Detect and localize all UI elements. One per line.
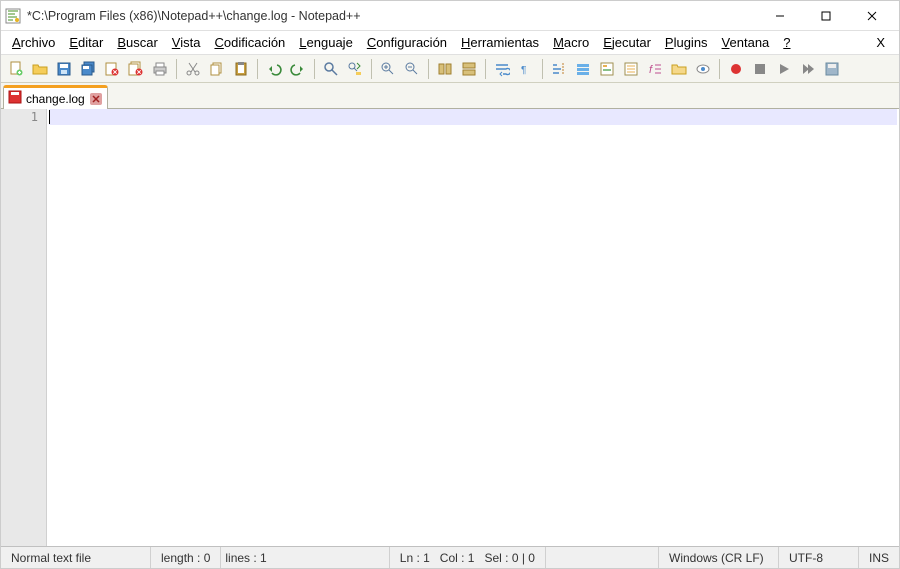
editor-area: 1 bbox=[1, 109, 899, 546]
all-chars-icon[interactable]: ¶ bbox=[515, 58, 537, 80]
file-dirty-icon bbox=[8, 90, 22, 107]
toolbar-separator bbox=[485, 59, 486, 79]
statusbar: Normal text file length : 0 lines : 1 Ln… bbox=[1, 546, 899, 568]
menu-editar[interactable]: Editar bbox=[62, 33, 110, 52]
line-number: 1 bbox=[1, 109, 38, 125]
app-icon bbox=[5, 8, 21, 24]
toolbar-separator bbox=[719, 59, 720, 79]
menu-lenguaje[interactable]: Lenguaje bbox=[292, 33, 360, 52]
zoom-out-icon[interactable] bbox=[401, 58, 423, 80]
user-lang-icon[interactable] bbox=[572, 58, 594, 80]
titlebar: *C:\Program Files (x86)\Notepad++\change… bbox=[1, 1, 899, 31]
new-file-icon[interactable] bbox=[5, 58, 27, 80]
record-macro-icon[interactable] bbox=[725, 58, 747, 80]
svg-text:f: f bbox=[649, 64, 653, 76]
tab-label: change.log bbox=[26, 92, 85, 106]
status-eol[interactable]: Windows (CR LF) bbox=[659, 547, 779, 568]
close-file-icon[interactable] bbox=[101, 58, 123, 80]
menu-x-button[interactable]: X bbox=[866, 33, 895, 52]
indent-guide-icon[interactable] bbox=[548, 58, 570, 80]
text-editor[interactable] bbox=[47, 109, 899, 546]
cut-icon[interactable] bbox=[182, 58, 204, 80]
copy-icon[interactable] bbox=[206, 58, 228, 80]
menu-vista[interactable]: Vista bbox=[165, 33, 208, 52]
toolbar-separator bbox=[428, 59, 429, 79]
status-ins[interactable]: INS bbox=[859, 547, 899, 568]
menu-ventana[interactable]: Ventana bbox=[715, 33, 777, 52]
monitoring-icon[interactable] bbox=[692, 58, 714, 80]
redo-icon[interactable] bbox=[287, 58, 309, 80]
menu-ayuda[interactable]: ? bbox=[776, 33, 797, 52]
status-encoding[interactable]: UTF-8 bbox=[779, 547, 859, 568]
print-icon[interactable] bbox=[149, 58, 171, 80]
doc-list-icon[interactable] bbox=[620, 58, 642, 80]
tab-close-icon[interactable] bbox=[89, 92, 103, 106]
zoom-in-icon[interactable] bbox=[377, 58, 399, 80]
status-col: Col : 1 bbox=[440, 547, 485, 568]
caret-icon bbox=[49, 110, 50, 124]
stop-macro-icon[interactable] bbox=[749, 58, 771, 80]
window-title: *C:\Program Files (x86)\Notepad++\change… bbox=[27, 9, 757, 23]
function-list-icon[interactable]: f bbox=[644, 58, 666, 80]
menu-ejecutar[interactable]: Ejecutar bbox=[596, 33, 658, 52]
window-buttons bbox=[757, 1, 895, 31]
line-number-gutter: 1 bbox=[1, 109, 47, 546]
toolbar-separator bbox=[314, 59, 315, 79]
toolbar-separator bbox=[542, 59, 543, 79]
status-sel: Sel : 0 | 0 bbox=[484, 547, 545, 568]
menu-macro[interactable]: Macro bbox=[546, 33, 596, 52]
menu-buscar[interactable]: Buscar bbox=[110, 33, 164, 52]
open-file-icon[interactable] bbox=[29, 58, 51, 80]
menu-plugins[interactable]: Plugins bbox=[658, 33, 715, 52]
status-spacer bbox=[277, 547, 390, 568]
status-filetype: Normal text file bbox=[1, 547, 151, 568]
sync-hscroll-icon[interactable] bbox=[458, 58, 480, 80]
svg-text:¶: ¶ bbox=[521, 65, 526, 76]
toolbar-separator bbox=[371, 59, 372, 79]
folder-workspace-icon[interactable] bbox=[668, 58, 690, 80]
find-icon[interactable] bbox=[320, 58, 342, 80]
toolbar: ¶ f bbox=[1, 55, 899, 83]
menu-archivo[interactable]: Archivo bbox=[5, 33, 62, 52]
minimize-button[interactable] bbox=[757, 1, 803, 31]
playx-macro-icon[interactable] bbox=[797, 58, 819, 80]
status-spacer bbox=[546, 547, 659, 568]
replace-icon[interactable] bbox=[344, 58, 366, 80]
close-all-icon[interactable] bbox=[125, 58, 147, 80]
maximize-button[interactable] bbox=[803, 1, 849, 31]
menu-configuracion[interactable]: Configuración bbox=[360, 33, 454, 52]
status-length: length : 0 bbox=[151, 547, 221, 568]
status-ln: Ln : 1 bbox=[390, 547, 440, 568]
word-wrap-icon[interactable] bbox=[491, 58, 513, 80]
menubar: Archivo Editar Buscar Vista Codificación… bbox=[1, 31, 899, 55]
tabbar: change.log bbox=[1, 83, 899, 109]
menu-codificacion[interactable]: Codificación bbox=[207, 33, 292, 52]
play-macro-icon[interactable] bbox=[773, 58, 795, 80]
toolbar-separator bbox=[176, 59, 177, 79]
save-macro-icon[interactable] bbox=[821, 58, 843, 80]
save-all-icon[interactable] bbox=[77, 58, 99, 80]
close-button[interactable] bbox=[849, 1, 895, 31]
tab-change-log[interactable]: change.log bbox=[3, 85, 108, 109]
undo-icon[interactable] bbox=[263, 58, 285, 80]
doc-map-icon[interactable] bbox=[596, 58, 618, 80]
save-icon[interactable] bbox=[53, 58, 75, 80]
status-lines: lines : 1 bbox=[221, 547, 276, 568]
menu-herramientas[interactable]: Herramientas bbox=[454, 33, 546, 52]
paste-icon[interactable] bbox=[230, 58, 252, 80]
toolbar-separator bbox=[257, 59, 258, 79]
sync-vscroll-icon[interactable] bbox=[434, 58, 456, 80]
